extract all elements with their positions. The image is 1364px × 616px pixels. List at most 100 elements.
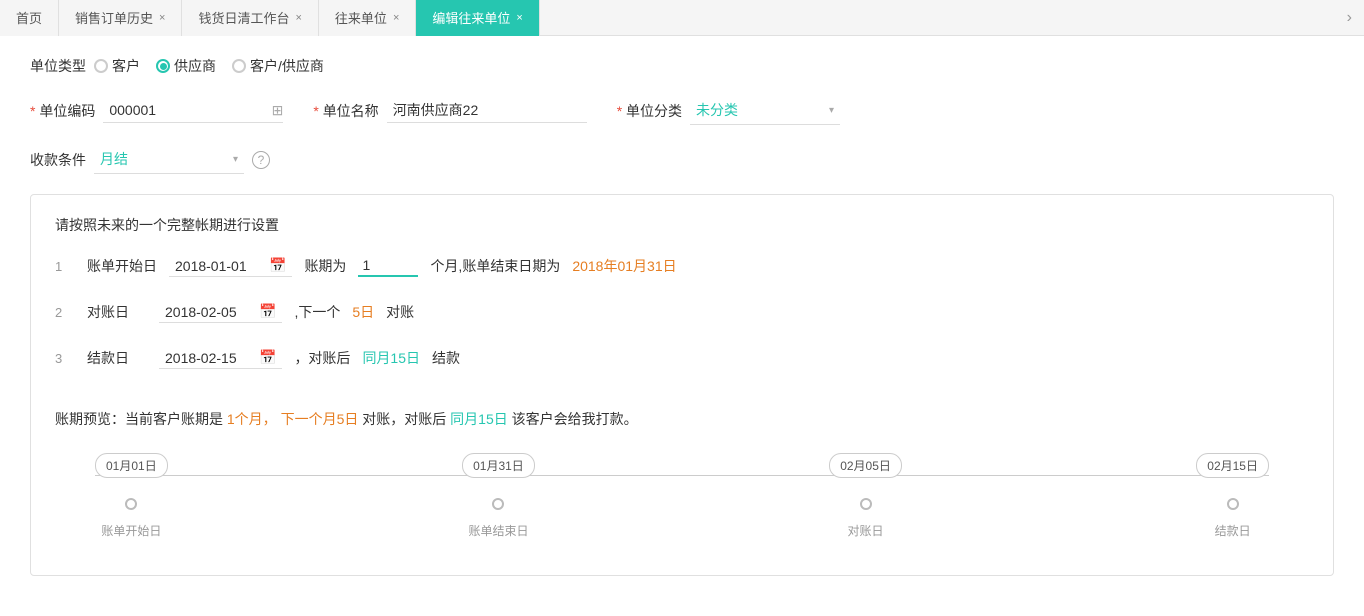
tl-label-1: 账单开始日 [101, 522, 161, 539]
unit-type-label: 单位类型 [30, 56, 86, 76]
radio-both-label: 客户/供应商 [250, 56, 324, 76]
tab-partner-units-label: 往来单位 [335, 8, 387, 27]
timeline-point-2: 01月31日 账单结束日 [462, 453, 535, 539]
close-edit-partner-icon[interactable]: × [516, 12, 522, 24]
row-3-suffix: 结款 [432, 348, 460, 368]
row-1-cal-icon[interactable]: 📅 [269, 257, 286, 274]
row-3-label: 结款日 [87, 348, 147, 368]
tl-dot-2 [492, 498, 504, 510]
row-2-date-wrap: 📅 [159, 301, 282, 323]
tl-dot-3 [860, 498, 872, 510]
payment-terms-row: 收款条件 月结 ▾ ? [30, 145, 1334, 174]
main-content: 单位类型 客户 供应商 客户/供应商 单位编码 [0, 36, 1364, 616]
row-3-num: 3 [55, 351, 75, 366]
unit-category-value: 未分类 [696, 100, 823, 120]
unit-name-label: 单位名称 [313, 101, 378, 121]
unit-code-input-wrap: ⊞ [103, 98, 283, 123]
row-2-highlight: 5日 [352, 302, 374, 322]
radio-supplier-circle [156, 59, 170, 73]
payment-terms-help-icon[interactable]: ? [252, 151, 270, 169]
tab-cash-work[interactable]: 钱货日清工作台 × [182, 0, 318, 36]
preview-label: 账期预览：当前客户账期是 [55, 411, 223, 427]
row-1-period-label: 账期为 [304, 256, 346, 276]
tl-badge-1: 01月01日 [95, 453, 168, 478]
radio-supplier-label: 供应商 [174, 56, 216, 76]
preview-section: 账期预览：当前客户账期是 1个月， 下一个月5日 对账，对账后 同月15日 该客… [55, 393, 1309, 555]
preview-part1: 1个月， [227, 411, 277, 427]
payment-terms-value: 月结 [100, 149, 227, 169]
row-1-date-input[interactable] [175, 258, 265, 274]
timeline-points: 01月01日 账单开始日 01月31日 账单结束日 02月05日 对账日 [95, 453, 1269, 539]
row-3-cal-icon[interactable]: 📅 [259, 349, 276, 366]
unit-code-group: 单位编码 ⊞ [30, 98, 283, 123]
setting-row-3: 3 结款日 📅 ，对账后 同月15日 结款 [55, 347, 1309, 369]
tab-sales-history-label: 销售订单历史 [75, 8, 153, 27]
tl-label-2: 账单结束日 [468, 522, 528, 539]
tl-label-3: 对账日 [848, 522, 884, 539]
payment-terms-select[interactable]: 月结 ▾ [94, 145, 244, 174]
close-sales-history-icon[interactable]: × [159, 12, 165, 24]
unit-category-group: 单位分类 未分类 ▾ [617, 96, 840, 125]
row-3-date-wrap: 📅 [159, 347, 282, 369]
unit-info-row: 单位编码 ⊞ 单位名称 单位分类 未分类 ▾ [30, 96, 1334, 125]
radio-customer[interactable]: 客户 [94, 56, 140, 76]
radio-supplier[interactable]: 供应商 [156, 56, 216, 76]
tab-expand-icon[interactable]: › [1335, 9, 1364, 27]
unit-code-copy-icon[interactable]: ⊞ [272, 102, 284, 119]
tab-partner-units[interactable]: 往来单位 × [319, 0, 416, 36]
tl-dot-4 [1227, 498, 1239, 510]
payment-terms-label: 收款条件 [30, 150, 86, 170]
row-2-cal-icon[interactable]: 📅 [259, 303, 276, 320]
timeline-container: 01月01日 账单开始日 01月31日 账单结束日 02月05日 对账日 [55, 453, 1309, 539]
unit-name-group: 单位名称 [313, 98, 586, 123]
row-3-prefix: ，对账后 [294, 348, 350, 368]
timeline-point-1: 01月01日 账单开始日 [95, 453, 168, 539]
preview-part2: 下一个月5日 [281, 411, 359, 427]
tl-label-4: 结款日 [1215, 522, 1251, 539]
tab-home[interactable]: 首页 [0, 0, 59, 36]
radio-customer-circle [94, 59, 108, 73]
tab-edit-partner-label: 编辑往来单位 [432, 8, 510, 27]
tab-sales-history[interactable]: 销售订单历史 × [59, 0, 182, 36]
setting-row-1: 1 账单开始日 📅 账期为 个月,账单结束日期为 2018年01月31日 [55, 255, 1309, 277]
unit-category-select[interactable]: 未分类 ▾ [690, 96, 840, 125]
preview-text: 账期预览：当前客户账期是 1个月， 下一个月5日 对账，对账后 同月15日 该客… [55, 409, 1309, 429]
radio-both-circle [232, 59, 246, 73]
radio-both[interactable]: 客户/供应商 [232, 56, 324, 76]
row-3-highlight: 同月15日 [362, 348, 420, 368]
preview-part3: 同月15日 [450, 411, 508, 427]
setting-row-2: 2 对账日 📅 ,下一个 5日 对账 [55, 301, 1309, 323]
radio-customer-label: 客户 [112, 56, 140, 76]
row-3-date-input[interactable] [165, 350, 255, 366]
row-1-label: 账单开始日 [87, 256, 157, 276]
row-2-date-input[interactable] [165, 304, 255, 320]
close-cash-work-icon[interactable]: × [295, 12, 301, 24]
tl-badge-3: 02月05日 [829, 453, 902, 478]
row-1-period-input[interactable] [358, 255, 418, 277]
row-1-suffix: 个月,账单结束日期为 [430, 256, 560, 276]
row-2-num: 2 [55, 305, 75, 320]
settings-box: 请按照未来的一个完整帐期进行设置 1 账单开始日 📅 账期为 个月,账单结束日期… [30, 194, 1334, 576]
unit-category-label: 单位分类 [617, 101, 682, 121]
row-2-label: 对账日 [87, 302, 147, 322]
radio-group-unit-type: 客户 供应商 客户/供应商 [94, 56, 324, 76]
unit-type-group: 单位类型 客户 供应商 客户/供应商 [30, 56, 324, 76]
close-partner-units-icon[interactable]: × [393, 12, 399, 24]
tl-badge-4: 02月15日 [1196, 453, 1269, 478]
unit-category-chevron: ▾ [829, 105, 834, 116]
row-2-suffix: 对账 [386, 302, 414, 322]
settings-title: 请按照未来的一个完整帐期进行设置 [55, 215, 1309, 235]
row-1-end-date: 2018年01月31日 [572, 256, 676, 276]
tab-cash-work-label: 钱货日清工作台 [198, 8, 289, 27]
tab-edit-partner[interactable]: 编辑往来单位 × [416, 0, 539, 36]
tl-dot-1 [125, 498, 137, 510]
unit-name-input[interactable] [387, 98, 587, 123]
unit-code-input[interactable] [103, 98, 271, 122]
row-2-prefix: ,下一个 [294, 302, 340, 322]
unit-code-label: 单位编码 [30, 101, 95, 121]
row-1-date-wrap: 📅 [169, 255, 292, 277]
payment-terms-group: 收款条件 月结 ▾ ? [30, 145, 270, 174]
payment-terms-chevron: ▾ [233, 154, 238, 165]
tab-bar: 首页 销售订单历史 × 钱货日清工作台 × 往来单位 × 编辑往来单位 × › [0, 0, 1364, 36]
tl-badge-2: 01月31日 [462, 453, 535, 478]
